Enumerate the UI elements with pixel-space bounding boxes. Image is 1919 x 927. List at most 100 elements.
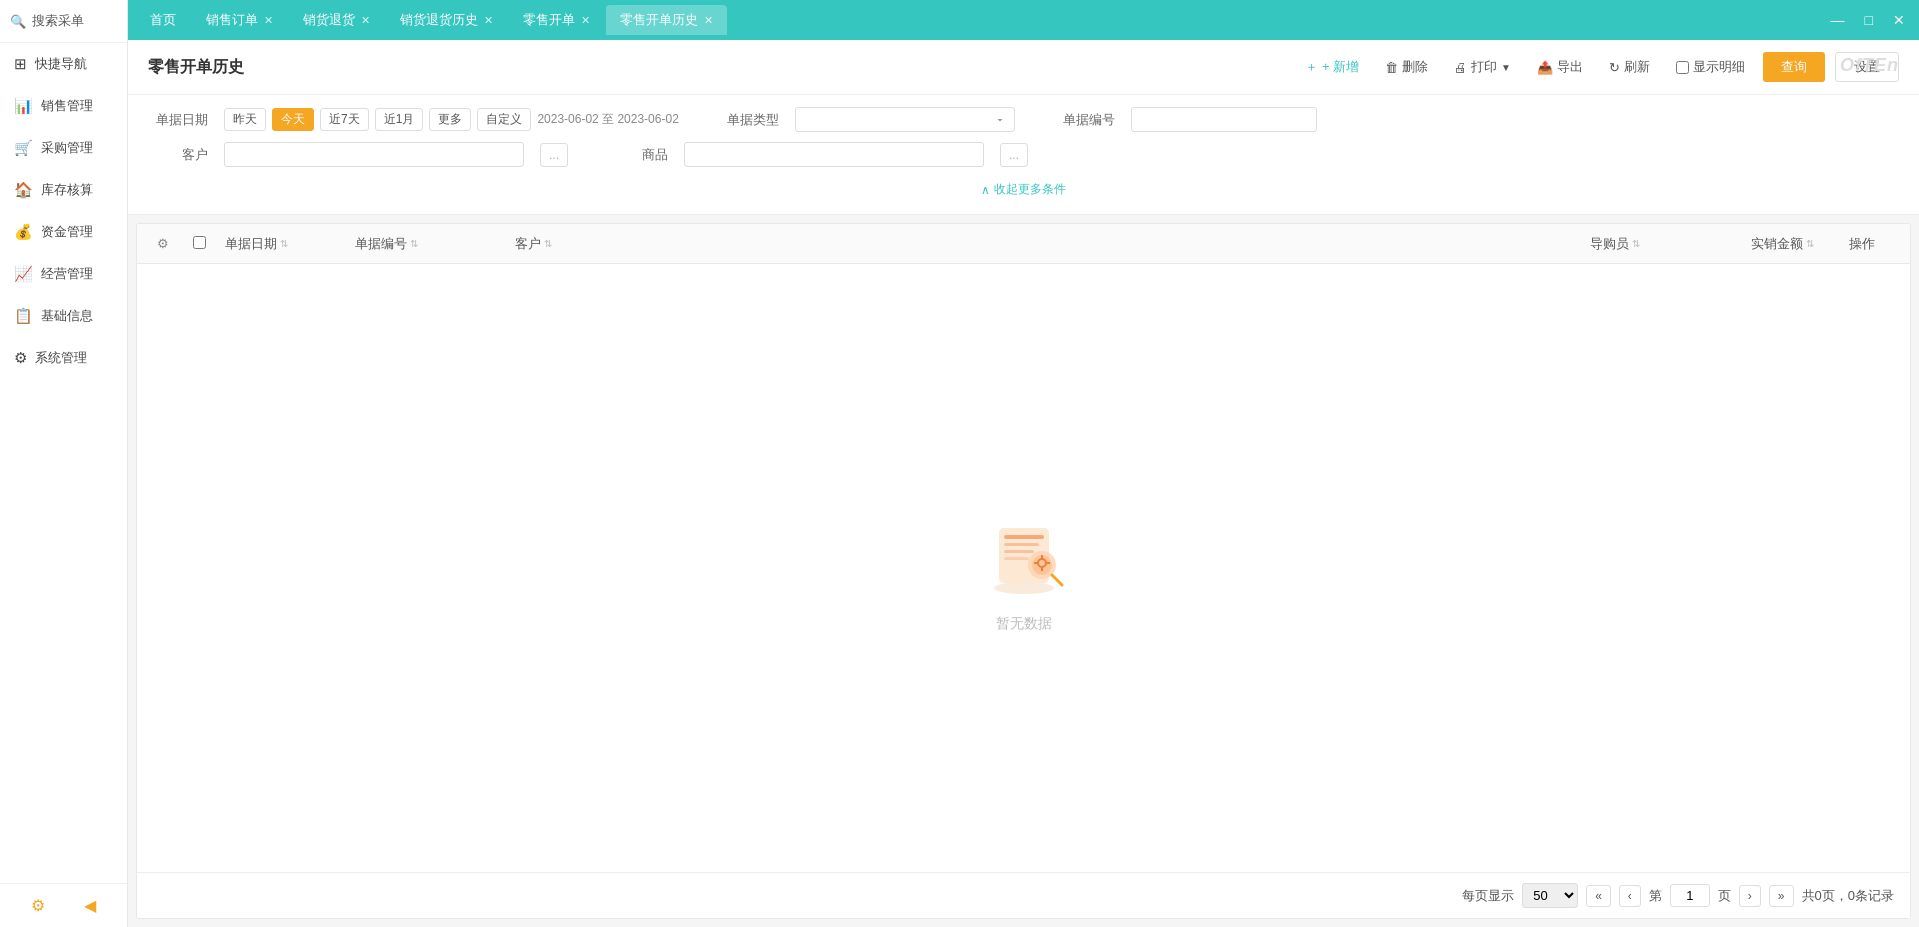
sidebar-item-label: 资金管理 (41, 223, 93, 241)
col-action: 操作 (1822, 235, 1902, 253)
sidebar-search[interactable]: 🔍 搜索采单 (0, 0, 127, 43)
sidebar-item-basic-info[interactable]: 📋 基础信息 (0, 295, 127, 337)
finance-icon: 💰 (14, 223, 33, 241)
date-group: 昨天 今天 近7天 近1月 更多 自定义 2023-06-02 至 2023-0… (224, 108, 679, 131)
col-guide[interactable]: 导购员 ⇅ (1582, 235, 1702, 253)
tab-retail-open-label: 零售开单 (523, 11, 575, 29)
delete-label: 删除 (1402, 58, 1428, 76)
checkbox-all[interactable] (193, 236, 206, 249)
sidebar-item-operations[interactable]: 📈 经营管理 (0, 253, 127, 295)
tab-retail-history-close[interactable]: ✕ (704, 14, 713, 27)
display-detail-checkbox[interactable] (1676, 61, 1689, 74)
query-button[interactable]: 查询 (1763, 52, 1825, 82)
tab-retail-history-label: 零售开单历史 (620, 11, 698, 29)
col-no-sort: ⇅ (410, 238, 418, 249)
print-button[interactable]: 🖨 打印 ▼ (1446, 54, 1519, 80)
goods-input[interactable] (684, 142, 984, 167)
goods-ellipsis-btn[interactable]: ... (1000, 143, 1028, 167)
per-page-select[interactable]: 50 10 20 100 (1522, 883, 1578, 908)
col-amount-sort: ⇅ (1806, 238, 1814, 249)
maximize-btn[interactable]: □ (1859, 10, 1879, 30)
col-date[interactable]: 单据日期 ⇅ (217, 235, 347, 253)
prev-page-btn[interactable]: ‹ (1619, 885, 1641, 907)
tab-sales-return-close[interactable]: ✕ (361, 14, 370, 27)
tab-retail-open-close[interactable]: ✕ (581, 14, 590, 27)
refresh-button[interactable]: ↻ 刷新 (1601, 54, 1658, 80)
customer-ellipsis-btn[interactable]: ... (540, 143, 568, 167)
filter-row-2: 客户 ... 商品 ... (148, 142, 1899, 167)
svg-rect-4 (1004, 550, 1034, 553)
page-input[interactable]: 1 (1670, 884, 1710, 907)
settings-button[interactable]: 设置 (1835, 52, 1899, 82)
col-amount-label: 实销金额 (1751, 235, 1803, 253)
table-header: ⚙ 单据日期 ⇅ 单据编号 ⇅ 客户 ⇅ 导购员 ⇅ (137, 224, 1910, 264)
no-input[interactable] (1131, 107, 1317, 132)
tab-sales-order-close[interactable]: ✕ (264, 14, 273, 27)
today-btn[interactable]: 今天 (272, 108, 314, 131)
select-all-checkbox[interactable] (181, 236, 217, 252)
sidebar-item-sales-mgmt[interactable]: 📊 销售管理 (0, 85, 127, 127)
sidebar-item-purchase-mgmt[interactable]: 🛒 采购管理 (0, 127, 127, 169)
tab-sales-return-history-label: 销货退货历史 (400, 11, 478, 29)
tab-sales-order-label: 销售订单 (206, 11, 258, 29)
quick-nav-icon: ⊞ (14, 55, 27, 73)
customer-label: 客户 (148, 146, 208, 164)
sidebar-item-quick-nav[interactable]: ⊞ 快捷导航 (0, 43, 127, 85)
month-btn[interactable]: 近1月 (375, 108, 424, 131)
collapse-label: 收起更多条件 (994, 181, 1066, 198)
display-detail-button[interactable]: 显示明细 (1668, 54, 1753, 80)
tab-sales-return-history[interactable]: 销货退货历史 ✕ (386, 5, 507, 35)
col-amount[interactable]: 实销金额 ⇅ (1702, 235, 1822, 253)
next-page-btn[interactable]: › (1739, 885, 1761, 907)
close-btn[interactable]: ✕ (1887, 10, 1911, 30)
inventory-icon: 🏠 (14, 181, 33, 199)
tab-retail-open[interactable]: 零售开单 ✕ (509, 5, 604, 35)
window-controls: — □ ✕ (1825, 10, 1911, 30)
sidebar-item-system[interactable]: ⚙ 系统管理 (0, 337, 127, 379)
footer-settings-btn[interactable]: ⚙ (31, 896, 45, 915)
svg-rect-5 (1004, 557, 1029, 560)
custom-btn[interactable]: 自定义 (477, 108, 531, 131)
page-label: 第 (1649, 887, 1662, 905)
date-label: 单据日期 (148, 111, 208, 129)
svg-rect-3 (1004, 543, 1039, 546)
tab-sales-order[interactable]: 销售订单 ✕ (192, 5, 287, 35)
last-page-btn[interactable]: » (1769, 885, 1794, 907)
col-no-label: 单据编号 (355, 235, 407, 253)
type-select[interactable] (795, 107, 1015, 132)
total-info: 共0页，0条记录 (1802, 887, 1894, 905)
search-icon: 🔍 (10, 14, 26, 29)
sidebar-item-label: 经营管理 (41, 265, 93, 283)
sidebar-menu: ⊞ 快捷导航 📊 销售管理 🛒 采购管理 🏠 库存核算 💰 资金管理 📈 经营管… (0, 43, 127, 883)
customer-input[interactable] (224, 142, 524, 167)
add-button[interactable]: ＋ + 新增 (1297, 54, 1367, 80)
tab-sales-return-history-close[interactable]: ✕ (484, 14, 493, 27)
svg-point-0 (994, 582, 1054, 594)
tab-sales-return[interactable]: 销货退货 ✕ (289, 5, 384, 35)
collapse-row[interactable]: ∧ 收起更多条件 (148, 177, 1899, 202)
collapse-icon: ∧ (981, 183, 990, 197)
minimize-btn[interactable]: — (1825, 10, 1851, 30)
sidebar-item-inventory[interactable]: 🏠 库存核算 (0, 169, 127, 211)
refresh-icon: ↻ (1609, 60, 1620, 75)
tab-retail-history[interactable]: 零售开单历史 ✕ (606, 5, 727, 35)
table-area: ⚙ 单据日期 ⇅ 单据编号 ⇅ 客户 ⇅ 导购员 ⇅ (136, 223, 1911, 919)
sidebar-item-label: 库存核算 (41, 181, 93, 199)
yesterday-btn[interactable]: 昨天 (224, 108, 266, 131)
column-settings-icon[interactable]: ⚙ (145, 236, 181, 251)
first-page-btn[interactable]: « (1586, 885, 1611, 907)
more-btn[interactable]: 更多 (429, 108, 471, 131)
footer-collapse-btn[interactable]: ◀ (84, 896, 96, 915)
type-label: 单据类型 (719, 111, 779, 129)
col-customer[interactable]: 客户 ⇅ (507, 235, 1582, 253)
export-button[interactable]: 📤 导出 (1529, 54, 1591, 80)
delete-button[interactable]: 🗑 删除 (1377, 54, 1436, 80)
sidebar-item-finance[interactable]: 💰 资金管理 (0, 211, 127, 253)
add-label: + 新增 (1322, 58, 1359, 76)
top-nav: 首页 销售订单 ✕ 销货退货 ✕ 销货退货历史 ✕ 零售开单 ✕ 零售开单历史 … (128, 0, 1919, 40)
empty-state: 暂无数据 (137, 264, 1910, 872)
sales-mgmt-icon: 📊 (14, 97, 33, 115)
tab-home[interactable]: 首页 (136, 5, 190, 35)
col-no[interactable]: 单据编号 ⇅ (347, 235, 507, 253)
week-btn[interactable]: 近7天 (320, 108, 369, 131)
